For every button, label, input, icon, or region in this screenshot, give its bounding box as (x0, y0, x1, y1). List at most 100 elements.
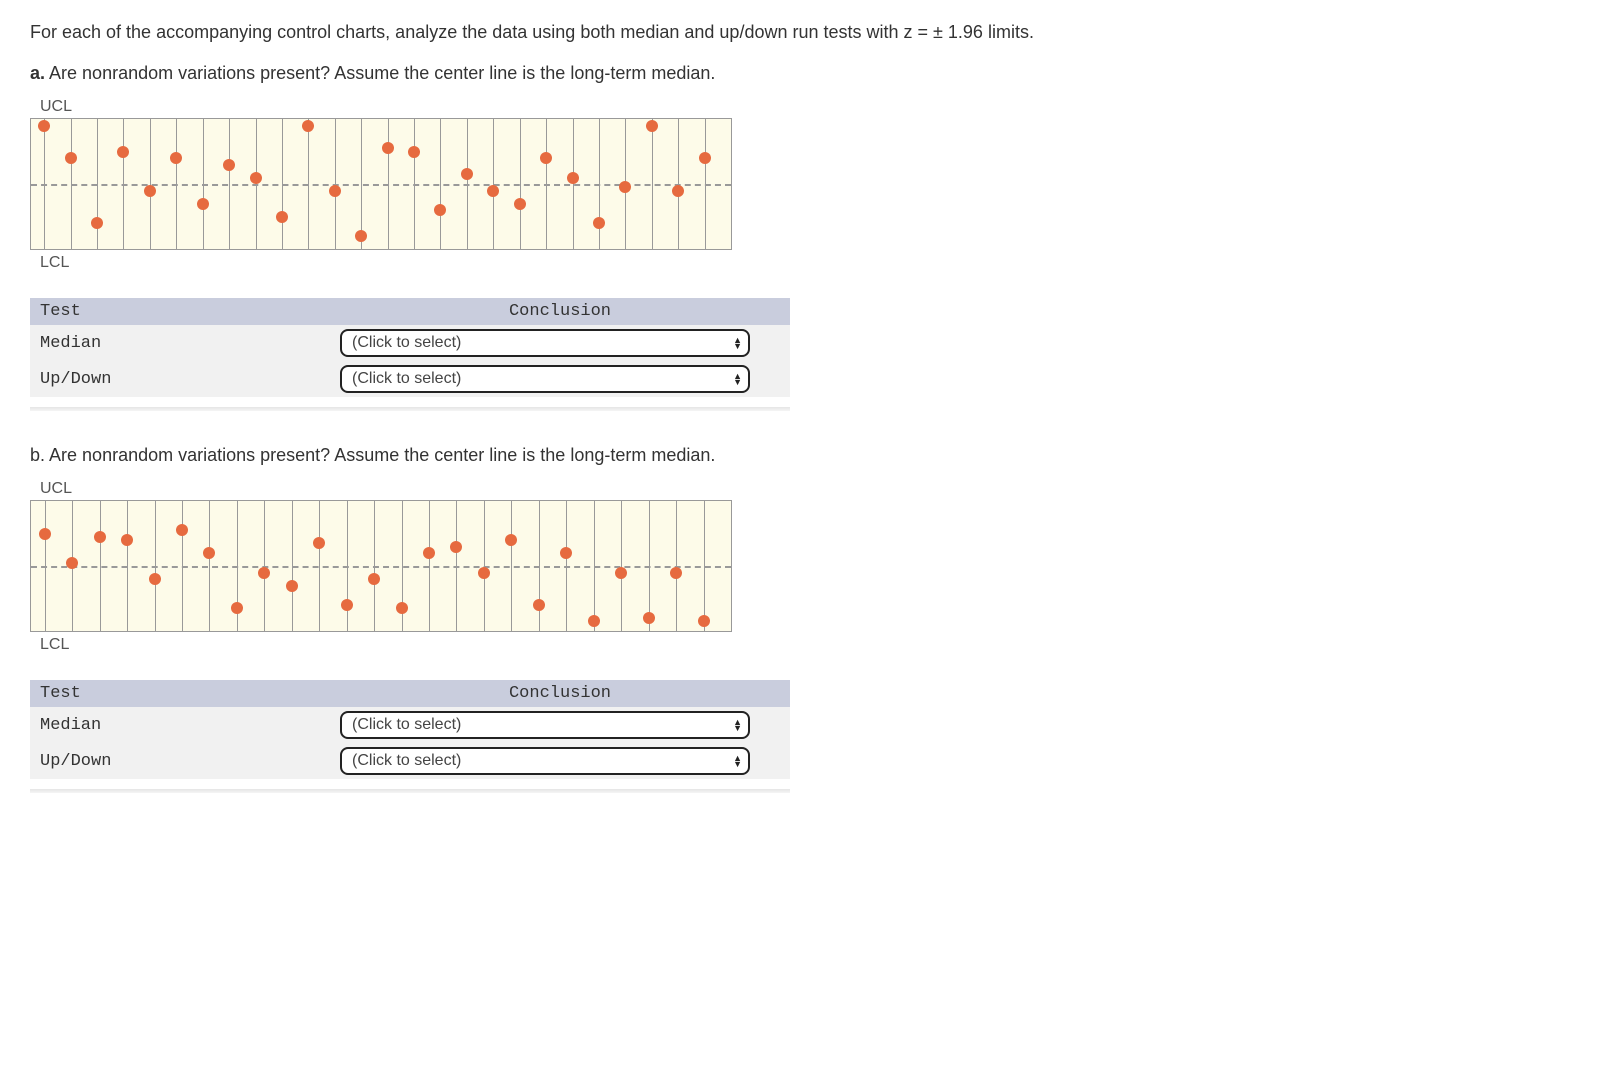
gridline (97, 119, 98, 249)
answer-table-b: Test Conclusion Median (Click to select)… (30, 680, 790, 779)
lcl-label: LCL (40, 636, 1573, 654)
select-placeholder-text: (Click to select) (352, 716, 727, 734)
updown-conclusion-select[interactable]: (Click to select) ▲▼ (340, 365, 750, 393)
part-a-letter: a. (30, 63, 45, 83)
gridline (652, 119, 653, 249)
data-point (478, 567, 490, 579)
header-conclusion: Conclusion (330, 680, 790, 707)
data-point (382, 142, 394, 154)
median-conclusion-select[interactable]: (Click to select) ▲▼ (340, 711, 750, 739)
data-point (699, 152, 711, 164)
row-label-updown: Up/Down (30, 743, 330, 779)
gridline (100, 501, 101, 631)
data-point (91, 217, 103, 229)
chart-a-block: UCL LCL (30, 98, 1573, 272)
gridline (347, 501, 348, 631)
data-point (646, 120, 658, 132)
stepper-icon: ▲▼ (733, 373, 742, 385)
stepper-icon: ▲▼ (733, 337, 742, 349)
data-point (231, 602, 243, 614)
part-a-text: Are nonrandom variations present? Assume… (49, 63, 715, 83)
updown-conclusion-select[interactable]: (Click to select) ▲▼ (340, 747, 750, 775)
header-conclusion: Conclusion (330, 298, 790, 325)
data-point (588, 615, 600, 627)
gridline (704, 501, 705, 631)
gridline (45, 501, 46, 631)
header-test: Test (30, 298, 330, 325)
data-point (355, 230, 367, 242)
stepper-icon: ▲▼ (733, 755, 742, 767)
gridline (594, 501, 595, 631)
data-point (258, 567, 270, 579)
data-point (619, 181, 631, 193)
data-point (434, 204, 446, 216)
data-point (450, 541, 462, 553)
gridline (440, 119, 441, 249)
data-point (423, 547, 435, 559)
data-point (121, 534, 133, 546)
part-b-text: Are nonrandom variations present? Assume… (49, 445, 715, 465)
data-point (593, 217, 605, 229)
part-b-question: b. Are nonrandom variations present? Ass… (30, 445, 1573, 466)
data-point (341, 599, 353, 611)
data-point (250, 172, 262, 184)
data-point (540, 152, 552, 164)
table-row: Up/Down (Click to select) ▲▼ (30, 743, 790, 779)
data-point (65, 152, 77, 164)
data-point (203, 547, 215, 559)
table-header-row: Test Conclusion (30, 298, 790, 325)
lcl-label: LCL (40, 254, 1573, 272)
data-point (670, 567, 682, 579)
data-point (144, 185, 156, 197)
table-row: Median (Click to select) ▲▼ (30, 707, 790, 743)
table-row: Median (Click to select) ▲▼ (30, 325, 790, 361)
gridline (388, 119, 389, 249)
gridline (511, 501, 512, 631)
gridline (374, 501, 375, 631)
data-point (66, 557, 78, 569)
select-placeholder-text: (Click to select) (352, 752, 727, 770)
gridline (520, 119, 521, 249)
data-point (368, 573, 380, 585)
data-point (313, 537, 325, 549)
select-placeholder-text: (Click to select) (352, 334, 727, 352)
data-point (276, 211, 288, 223)
select-placeholder-text: (Click to select) (352, 370, 727, 388)
gridline (414, 119, 415, 249)
part-a-question: a. Are nonrandom variations present? Ass… (30, 63, 1573, 84)
data-point (505, 534, 517, 546)
gridline (456, 501, 457, 631)
data-point (560, 547, 572, 559)
data-point (39, 528, 51, 540)
data-point (672, 185, 684, 197)
table-row: Up/Down (Click to select) ▲▼ (30, 361, 790, 397)
gridline (71, 119, 72, 249)
data-point (197, 198, 209, 210)
control-chart-a (30, 118, 732, 250)
gridline (229, 119, 230, 249)
part-b-letter: b. (30, 445, 45, 465)
median-conclusion-select[interactable]: (Click to select) ▲▼ (340, 329, 750, 357)
data-point (615, 567, 627, 579)
instructions-text: For each of the accompanying control cha… (30, 20, 1573, 45)
gridline (256, 119, 257, 249)
data-point (408, 146, 420, 158)
table-header-row: Test Conclusion (30, 680, 790, 707)
gridline (467, 119, 468, 249)
stepper-icon: ▲▼ (733, 719, 742, 731)
data-point (396, 602, 408, 614)
center-line (31, 566, 731, 568)
data-point (533, 599, 545, 611)
gridline (155, 501, 156, 631)
data-point (38, 120, 50, 132)
row-label-updown: Up/Down (30, 361, 330, 397)
gridline (308, 119, 309, 249)
data-point (698, 615, 710, 627)
gridline (319, 501, 320, 631)
gridline (127, 501, 128, 631)
gridline (182, 501, 183, 631)
gridline (123, 119, 124, 249)
data-point (567, 172, 579, 184)
data-point (302, 120, 314, 132)
data-point (329, 185, 341, 197)
